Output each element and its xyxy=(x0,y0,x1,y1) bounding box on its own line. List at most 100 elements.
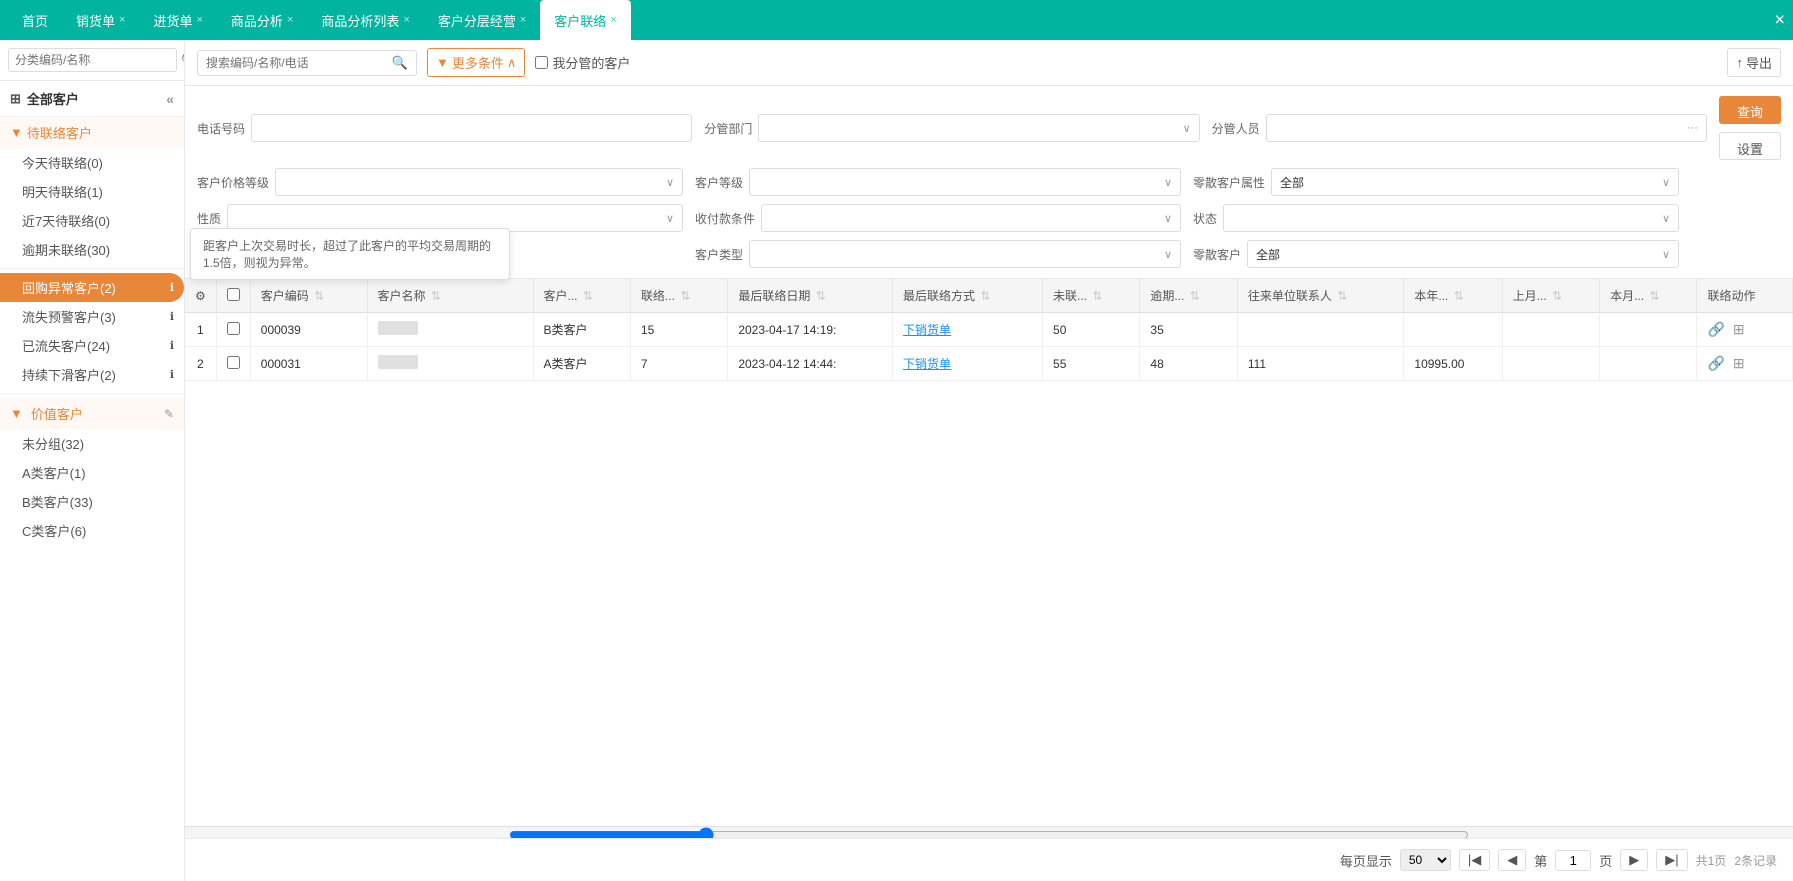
sidebar-group-pending[interactable]: ▼ 待联络客户 xyxy=(0,117,184,148)
nav-analysis[interactable]: 商品分析 × xyxy=(217,0,307,40)
th-last-date-label: 最后联络日期 xyxy=(738,289,810,303)
th-customer-type-label: 客户... xyxy=(544,289,578,303)
nav-sales[interactable]: 销货单 × xyxy=(62,0,139,40)
sidebar-item-b-class[interactable]: B类客户(33) xyxy=(0,487,184,516)
row1-checkbox-input[interactable] xyxy=(227,322,240,335)
th-current-month[interactable]: 本月... ⇅ xyxy=(1600,279,1697,313)
th-overdue[interactable]: 逾期... ⇅ xyxy=(1140,279,1237,313)
nav-analysis-close[interactable]: × xyxy=(287,14,293,26)
customer-level-input[interactable]: ∨ xyxy=(749,168,1181,196)
th-code[interactable]: 客户编码 ⇅ xyxy=(250,279,367,313)
retail-input[interactable]: 全部 ∨ xyxy=(1247,240,1679,268)
th-contact-person[interactable]: 往来单位联系人 ⇅ xyxy=(1237,279,1404,313)
my-customers-checkbox[interactable] xyxy=(535,56,548,69)
nav-analysis-list-close[interactable]: × xyxy=(403,14,409,26)
table-row: 2 000031 A类客户 7 2023-04-12 14:44: 下销货单 5… xyxy=(185,347,1793,381)
row2-link-icon[interactable]: 🔗 xyxy=(1707,355,1724,372)
payment-input[interactable]: ∨ xyxy=(761,204,1181,232)
nav-customer-segment-close[interactable]: × xyxy=(520,14,526,26)
sidebar-item-ungroup[interactable]: 未分组(32) xyxy=(0,429,184,458)
th-name-label: 客户名称 xyxy=(378,289,426,303)
row2-grid-icon[interactable]: ⊞ xyxy=(1733,355,1745,372)
dept-input[interactable]: ∨ xyxy=(758,114,1199,142)
row2-last-month xyxy=(1502,347,1599,381)
row1-last-method[interactable]: 下销货单 xyxy=(893,313,1043,347)
sidebar-item-churned[interactable]: 已流失客户(24) ℹ xyxy=(0,331,184,360)
th-unpaid[interactable]: 未联... ⇅ xyxy=(1043,279,1140,313)
more-conditions-btn[interactable]: ▼ 更多条件 ∧ xyxy=(427,48,525,77)
th-contact-count[interactable]: 联络... ⇅ xyxy=(630,279,727,313)
field-manager: 分管人员 ··· xyxy=(1212,114,1707,142)
sidebar-group-value[interactable]: ▼ 价值客户 ✎ xyxy=(0,398,184,429)
row2-checkbox-input[interactable] xyxy=(227,356,240,369)
row2-contact-count: 7 xyxy=(630,347,727,381)
export-icon: ↑ xyxy=(1736,55,1743,70)
query-btn[interactable]: 查询 xyxy=(1719,96,1781,124)
th-current-year[interactable]: 本年... ⇅ xyxy=(1404,279,1502,313)
row2-last-date: 2023-04-12 14:44: xyxy=(728,347,893,381)
close-all-btn[interactable]: × xyxy=(1774,10,1785,31)
last-page-btn[interactable]: ▶| xyxy=(1656,849,1687,871)
filter-search-icon[interactable]: 🔍 xyxy=(392,55,408,71)
customer-type-input[interactable]: ∨ xyxy=(749,240,1181,268)
next-page-btn[interactable]: ▶ xyxy=(1620,849,1648,871)
sidebar-item-churn-warning[interactable]: 流失预警客户(3) ℹ xyxy=(0,302,184,331)
row1-current-month xyxy=(1600,313,1697,347)
filter-bar: 🔍 ▼ 更多条件 ∧ 我分管的客户 ↑ 导出 xyxy=(185,40,1793,86)
row2-customer-type: A类客户 xyxy=(533,347,630,381)
nav-purchase-close[interactable]: × xyxy=(196,14,202,26)
th-name[interactable]: 客户名称 ⇅ xyxy=(367,279,533,313)
divider2 xyxy=(0,393,184,394)
per-page-select[interactable]: 50 100 200 xyxy=(1400,849,1451,871)
arrow-down-icon2: ▼ xyxy=(10,406,23,421)
export-btn[interactable]: ↑ 导出 xyxy=(1727,48,1781,77)
select-all-checkbox[interactable] xyxy=(227,288,240,301)
nav-purchase[interactable]: 进货单 × xyxy=(139,0,216,40)
th-settings[interactable]: ⚙ xyxy=(185,279,216,313)
nav-customer-segment[interactable]: 客户分层经营 × xyxy=(424,0,540,40)
sidebar-item-today[interactable]: 今天待联络(0) xyxy=(0,148,184,177)
row2-unpaid: 55 xyxy=(1043,347,1140,381)
th-last-month[interactable]: 上月... ⇅ xyxy=(1502,279,1599,313)
my-customers-filter[interactable]: 我分管的客户 xyxy=(535,53,630,72)
sidebar-search-input[interactable] xyxy=(8,48,177,72)
th-last-contact-date[interactable]: 最后联络日期 ⇅ xyxy=(728,279,893,313)
th-contact-count-label: 联络... xyxy=(641,289,675,303)
price-level-input[interactable]: ∨ xyxy=(275,168,683,196)
th-customer-type[interactable]: 客户... ⇅ xyxy=(533,279,630,313)
sidebar-item-declining[interactable]: 持续下滑客户(2) ℹ xyxy=(0,360,184,389)
horizontal-scrollbar[interactable] xyxy=(185,826,1793,838)
status-input[interactable]: ∨ xyxy=(1223,204,1679,232)
prev-page-btn[interactable]: ◀ xyxy=(1498,849,1526,871)
th-last-contact-method[interactable]: 最后联络方式 ⇅ xyxy=(893,279,1043,313)
nav-customer-contact[interactable]: 客户联络 × xyxy=(540,0,630,40)
nav-analysis-list[interactable]: 商品分析列表 × xyxy=(307,0,423,40)
row2-last-method[interactable]: 下销货单 xyxy=(893,347,1043,381)
row1-link-icon[interactable]: 🔗 xyxy=(1707,321,1724,338)
caret-icon: ∧ xyxy=(507,55,517,71)
edit-icon[interactable]: ✎ xyxy=(164,407,174,421)
row1-name xyxy=(367,313,533,347)
sidebar-item-tomorrow[interactable]: 明天待联络(1) xyxy=(0,177,184,206)
nav-customer-contact-close[interactable]: × xyxy=(610,14,616,26)
nav-sales-close[interactable]: × xyxy=(119,14,125,26)
sidebar-item-7days[interactable]: 近7天待联络(0) xyxy=(0,206,184,235)
phone-input[interactable] xyxy=(251,114,692,142)
sidebar-item-c-class[interactable]: C类客户(6) xyxy=(0,516,184,545)
sidebar-item-a-class[interactable]: A类客户(1) xyxy=(0,458,184,487)
th-last-month-label: 上月... xyxy=(1513,289,1547,303)
sidebar-item-overdue[interactable]: 逾期未联络(30) xyxy=(0,235,184,264)
manager-dots-icon: ··· xyxy=(1687,122,1698,134)
row1-grid-icon[interactable]: ⊞ xyxy=(1733,321,1745,338)
sidebar-item-anomaly[interactable]: 回购异常客户(2) ℹ xyxy=(0,273,184,302)
manager-input[interactable]: ··· xyxy=(1266,114,1707,142)
sidebar-collapse-btn[interactable]: « xyxy=(166,91,174,107)
page-number-input[interactable] xyxy=(1555,850,1591,871)
retail-attr-input[interactable]: 全部 ∨ xyxy=(1271,168,1679,196)
status-label: 状态 xyxy=(1193,210,1217,227)
main-layout: 🔍 ⊞ 全部客户 « ▼ 待联络客户 今天待联络(0) 明天待联络(1) 近7天… xyxy=(0,40,1793,881)
filter-search-input[interactable] xyxy=(206,56,388,70)
nav-home[interactable]: 首页 xyxy=(8,0,62,40)
setting-btn[interactable]: 设置 xyxy=(1719,132,1781,160)
first-page-btn[interactable]: |◀ xyxy=(1459,849,1490,871)
